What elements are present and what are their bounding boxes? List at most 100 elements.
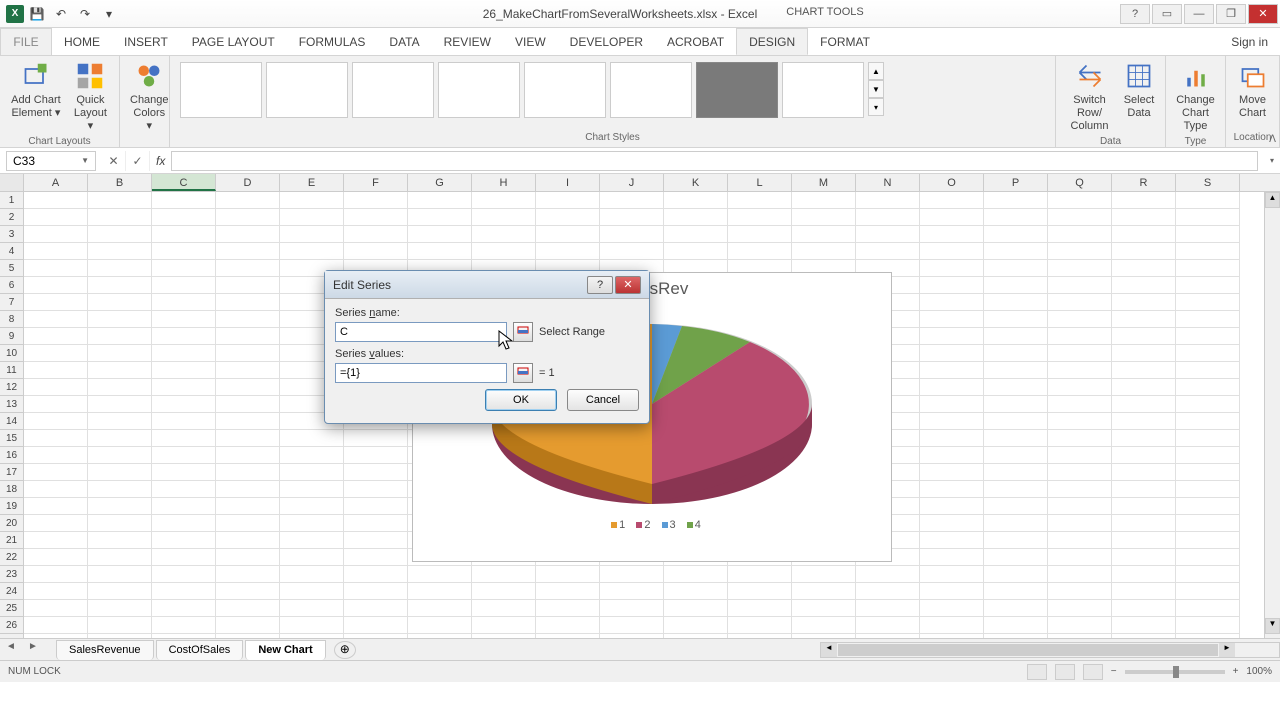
style-thumb-6[interactable]: [610, 62, 692, 118]
collapse-dialog-icon[interactable]: [513, 322, 533, 342]
row-header[interactable]: 5: [0, 260, 24, 277]
vertical-scrollbar[interactable]: ▲ ▼: [1264, 192, 1280, 638]
fx-icon[interactable]: fx: [150, 154, 171, 168]
row-header[interactable]: 25: [0, 600, 24, 617]
sheet-nav-prev-icon[interactable]: ◄: [0, 641, 22, 659]
tab-view[interactable]: VIEW: [503, 28, 558, 55]
style-thumb-3[interactable]: [352, 62, 434, 118]
gallery-more-icon[interactable]: ▾: [868, 98, 884, 116]
row-header[interactable]: 26: [0, 617, 24, 634]
col-header[interactable]: R: [1112, 174, 1176, 191]
zoom-out-icon[interactable]: −: [1111, 666, 1117, 677]
row-header[interactable]: 6: [0, 277, 24, 294]
maximize-button[interactable]: ❐: [1216, 4, 1246, 24]
formula-input[interactable]: [171, 151, 1258, 171]
new-sheet-icon[interactable]: ⊕: [334, 641, 356, 659]
tab-formulas[interactable]: FORMULAS: [287, 28, 378, 55]
row-header[interactable]: 10: [0, 345, 24, 362]
page-layout-view-icon[interactable]: [1055, 664, 1075, 680]
collapse-dialog-icon[interactable]: [513, 363, 533, 383]
style-thumb-2[interactable]: [266, 62, 348, 118]
chart-legend[interactable]: 1 2 3 4: [413, 519, 891, 531]
tab-data[interactable]: DATA: [377, 28, 431, 55]
scroll-left-icon[interactable]: ◄: [821, 643, 837, 657]
style-thumb-5[interactable]: [524, 62, 606, 118]
undo-icon[interactable]: ↶: [50, 3, 72, 25]
scroll-up-icon[interactable]: ▲: [1265, 192, 1280, 208]
row-header[interactable]: 11: [0, 362, 24, 379]
cancel-button[interactable]: Cancel: [567, 389, 639, 411]
row-header[interactable]: 17: [0, 464, 24, 481]
col-header[interactable]: H: [472, 174, 536, 191]
tab-acrobat[interactable]: ACROBAT: [655, 28, 736, 55]
row-header[interactable]: 20: [0, 515, 24, 532]
row-header[interactable]: 1: [0, 192, 24, 209]
sheet-tab-newchart[interactable]: New Chart: [245, 640, 325, 660]
col-header[interactable]: A: [24, 174, 88, 191]
style-thumb-7[interactable]: [696, 62, 778, 118]
series-values-input[interactable]: [335, 363, 507, 383]
col-header[interactable]: G: [408, 174, 472, 191]
add-chart-element-button[interactable]: Add Chart Element ▾: [6, 58, 66, 122]
sheet-tab-costofsales[interactable]: CostOfSales: [156, 640, 244, 660]
style-thumb-1[interactable]: [180, 62, 262, 118]
save-icon[interactable]: 💾: [26, 3, 48, 25]
col-header[interactable]: C: [152, 174, 216, 191]
close-button[interactable]: ✕: [1248, 4, 1278, 24]
qat-customize-icon[interactable]: ▾: [98, 3, 120, 25]
tab-page-layout[interactable]: PAGE LAYOUT: [180, 28, 287, 55]
row-header[interactable]: 19: [0, 498, 24, 515]
col-header[interactable]: L: [728, 174, 792, 191]
namebox-dropdown-icon[interactable]: ▼: [81, 156, 89, 165]
sign-in-link[interactable]: Sign in: [1219, 28, 1280, 55]
quick-layout-button[interactable]: Quick Layout ▾: [68, 58, 113, 136]
switch-row-column-button[interactable]: Switch Row/ Column: [1062, 58, 1117, 136]
move-chart-button[interactable]: Move Chart: [1232, 58, 1273, 122]
style-thumb-4[interactable]: [438, 62, 520, 118]
row-header[interactable]: 16: [0, 447, 24, 464]
ok-button[interactable]: OK: [485, 389, 557, 411]
change-chart-type-button[interactable]: Change Chart Type: [1172, 58, 1219, 136]
col-header[interactable]: F: [344, 174, 408, 191]
tab-file[interactable]: FILE: [0, 28, 52, 55]
col-header[interactable]: O: [920, 174, 984, 191]
redo-icon[interactable]: ↷: [74, 3, 96, 25]
tab-home[interactable]: HOME: [52, 28, 112, 55]
row-header[interactable]: 21: [0, 532, 24, 549]
horizontal-scrollbar[interactable]: ◄ ►: [820, 642, 1280, 658]
row-header[interactable]: 2: [0, 209, 24, 226]
select-all-corner[interactable]: [0, 174, 24, 191]
row-header[interactable]: 9: [0, 328, 24, 345]
collapse-ribbon-icon[interactable]: ᐱ: [1269, 134, 1276, 145]
col-header[interactable]: M: [792, 174, 856, 191]
normal-view-icon[interactable]: [1027, 664, 1047, 680]
enter-entry-icon[interactable]: ✓: [126, 151, 150, 171]
row-header[interactable]: 12: [0, 379, 24, 396]
col-header[interactable]: P: [984, 174, 1048, 191]
scroll-right-icon[interactable]: ►: [1219, 643, 1235, 657]
style-thumb-8[interactable]: [782, 62, 864, 118]
col-header[interactable]: D: [216, 174, 280, 191]
row-header[interactable]: 23: [0, 566, 24, 583]
cancel-entry-icon[interactable]: ✕: [102, 151, 126, 171]
row-header[interactable]: 15: [0, 430, 24, 447]
row-header[interactable]: 7: [0, 294, 24, 311]
row-header[interactable]: 18: [0, 481, 24, 498]
ribbon-options-icon[interactable]: ▭: [1152, 4, 1182, 24]
tab-developer[interactable]: DEVELOPER: [558, 28, 655, 55]
tab-format[interactable]: FORMAT: [808, 28, 882, 55]
zoom-in-icon[interactable]: +: [1233, 666, 1239, 677]
row-header[interactable]: 27: [0, 634, 24, 638]
col-header[interactable]: I: [536, 174, 600, 191]
row-header[interactable]: 4: [0, 243, 24, 260]
select-data-button[interactable]: Select Data: [1119, 58, 1159, 122]
col-header[interactable]: J: [600, 174, 664, 191]
dialog-close-icon[interactable]: ✕: [615, 276, 641, 294]
series-name-input[interactable]: [335, 322, 507, 342]
scroll-down-icon[interactable]: ▼: [1265, 618, 1280, 634]
help-icon[interactable]: ?: [1120, 4, 1150, 24]
col-header[interactable]: K: [664, 174, 728, 191]
row-header[interactable]: 13: [0, 396, 24, 413]
tab-review[interactable]: REVIEW: [432, 28, 503, 55]
row-header[interactable]: 14: [0, 413, 24, 430]
